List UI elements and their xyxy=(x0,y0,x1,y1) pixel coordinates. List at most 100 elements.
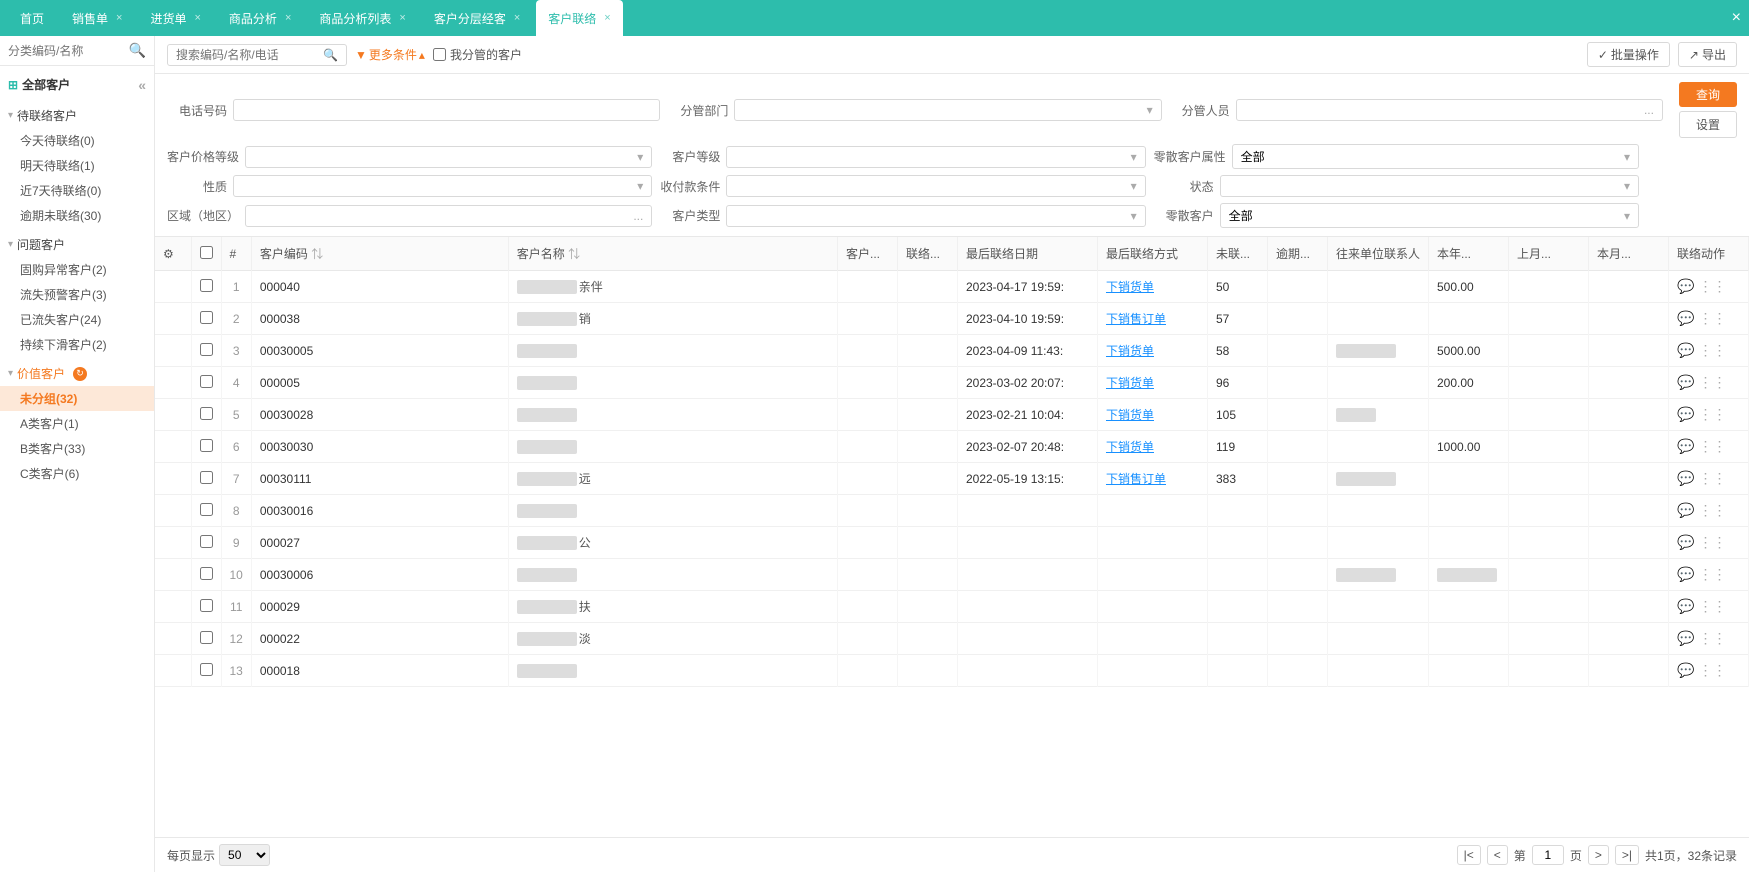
person-select[interactable]: ... xyxy=(1236,99,1663,121)
more-icon[interactable]: ⋮⋮ xyxy=(1698,342,1726,359)
payment-select[interactable]: ▾ xyxy=(726,175,1145,197)
message-icon[interactable]: 💬 xyxy=(1677,374,1694,391)
row-checkbox[interactable] xyxy=(200,279,213,292)
export-button[interactable]: ↗ 导出 xyxy=(1678,42,1737,67)
row-checkbox[interactable] xyxy=(200,663,213,676)
row-checkbox[interactable] xyxy=(200,599,213,612)
sidebar-item-class-a[interactable]: A类客户(1) xyxy=(0,411,154,436)
collapse-icon[interactable]: « xyxy=(138,77,146,93)
status-select[interactable]: ▾ xyxy=(1220,175,1639,197)
tab-customer-contact[interactable]: 客户联络 × xyxy=(536,0,622,36)
message-icon[interactable]: 💬 xyxy=(1677,630,1694,647)
row-checkbox[interactable] xyxy=(200,535,213,548)
row-checkbox[interactable] xyxy=(200,375,213,388)
overdue-header[interactable]: 逾期... xyxy=(1267,237,1327,271)
tab-goods-analysis[interactable]: 商品分析 × xyxy=(217,0,303,36)
tab-goods-analysis-list[interactable]: 商品分析列表 × xyxy=(307,0,417,36)
sidebar-item-churned[interactable]: 已流失客户(24) xyxy=(0,307,154,332)
row-checkbox[interactable] xyxy=(200,311,213,324)
more-icon[interactable]: ⋮⋮ xyxy=(1698,470,1726,487)
region-select[interactable]: ... xyxy=(245,205,652,227)
first-page-button[interactable]: |< xyxy=(1457,845,1481,865)
close-icon[interactable]: × xyxy=(399,12,405,24)
prev-page-button[interactable]: < xyxy=(1487,845,1508,865)
message-icon[interactable]: 💬 xyxy=(1677,406,1694,423)
more-icon[interactable]: ⋮⋮ xyxy=(1698,598,1726,615)
contact-method-link[interactable]: 下销货单 xyxy=(1106,376,1154,390)
message-icon[interactable]: 💬 xyxy=(1677,342,1694,359)
contact-person-header[interactable]: 往来单位联系人 xyxy=(1327,237,1428,271)
sidebar-item-declining[interactable]: 持续下滑客户(2) xyxy=(0,332,154,357)
settings-column-header[interactable]: ⚙ xyxy=(155,237,191,271)
contact-method-link[interactable]: 下销售订单 xyxy=(1106,312,1166,326)
page-number-input[interactable] xyxy=(1532,845,1564,865)
last-contact-method-header[interactable]: 最后联络方式 xyxy=(1097,237,1207,271)
contact-method-link[interactable]: 下销货单 xyxy=(1106,408,1154,422)
sidebar-item-churn-warning[interactable]: 流失预警客户(3) xyxy=(0,282,154,307)
scatter-customer-select[interactable]: 全部 ▾ xyxy=(1220,203,1639,228)
row-checkbox[interactable] xyxy=(200,407,213,420)
reset-button[interactable]: 设置 xyxy=(1679,111,1737,138)
last-month-header[interactable]: 上月... xyxy=(1509,237,1589,271)
last-page-button[interactable]: >| xyxy=(1615,845,1639,865)
sidebar-section-problem-title[interactable]: ▾ 问题客户 xyxy=(0,232,154,257)
row-checkbox[interactable] xyxy=(200,503,213,516)
select-all-checkbox[interactable] xyxy=(200,246,213,259)
message-icon[interactable]: 💬 xyxy=(1677,502,1694,519)
close-icon[interactable]: × xyxy=(285,12,291,24)
contact-method-link[interactable]: 下销售订单 xyxy=(1106,472,1166,486)
my-customers-check[interactable] xyxy=(433,48,446,61)
tab-sales[interactable]: 销售单 × xyxy=(60,0,134,36)
close-all-button[interactable]: × xyxy=(1732,9,1741,27)
price-level-select[interactable]: ▾ xyxy=(245,146,652,168)
more-icon[interactable]: ⋮⋮ xyxy=(1698,310,1726,327)
code-column-header[interactable]: 客户编码 ⇅ xyxy=(251,237,508,271)
more-icon[interactable]: ⋮⋮ xyxy=(1698,406,1726,423)
name-column-header[interactable]: 客户名称 ⇅ xyxy=(508,237,837,271)
row-checkbox[interactable] xyxy=(200,567,213,580)
message-icon[interactable]: 💬 xyxy=(1677,310,1694,327)
sidebar-item-class-b[interactable]: B类客户(33) xyxy=(0,436,154,461)
customer-level-select[interactable]: ▾ xyxy=(726,146,1145,168)
more-icon[interactable]: ⋮⋮ xyxy=(1698,534,1726,551)
all-customers-header[interactable]: ⊞ 全部客户 « xyxy=(0,70,154,99)
more-icon[interactable]: ⋮⋮ xyxy=(1698,278,1726,295)
sidebar-item-overdue-pending[interactable]: 逾期未联络(30) xyxy=(0,203,154,228)
this-month-header[interactable]: 本月... xyxy=(1589,237,1669,271)
close-icon[interactable]: × xyxy=(604,12,610,24)
type-column-header[interactable]: 客户... xyxy=(837,237,897,271)
more-icon[interactable]: ⋮⋮ xyxy=(1698,662,1726,679)
row-checkbox[interactable] xyxy=(200,343,213,356)
this-year-header[interactable]: 本年... xyxy=(1429,237,1509,271)
customer-type-select[interactable]: ▾ xyxy=(726,205,1145,227)
message-icon[interactable]: 💬 xyxy=(1677,662,1694,679)
message-icon[interactable]: 💬 xyxy=(1677,598,1694,615)
last-contact-date-header[interactable]: 最后联络日期 xyxy=(957,237,1097,271)
settings-icon[interactable]: ⚙ xyxy=(163,247,174,261)
message-icon[interactable]: 💬 xyxy=(1677,566,1694,583)
phone-input[interactable] xyxy=(233,99,660,121)
main-search-input[interactable] xyxy=(176,48,319,62)
more-filters-button[interactable]: ▼ 更多条件 ▴ xyxy=(355,46,425,63)
close-icon[interactable]: × xyxy=(514,12,520,24)
sidebar-section-value-title[interactable]: ▾ 价值客户 ↻ xyxy=(0,361,154,386)
dept-select[interactable]: ▾ xyxy=(734,99,1161,121)
sidebar-item-today-pending[interactable]: 今天待联络(0) xyxy=(0,128,154,153)
nature-select[interactable]: ▾ xyxy=(233,175,652,197)
tab-customer-segment[interactable]: 客户分层经客 × xyxy=(422,0,532,36)
sidebar-item-fixed-abnormal[interactable]: 固购异常客户(2) xyxy=(0,257,154,282)
more-icon[interactable]: ⋮⋮ xyxy=(1698,630,1726,647)
next-page-button[interactable]: > xyxy=(1588,845,1609,865)
contact-method-link[interactable]: 下销货单 xyxy=(1106,344,1154,358)
message-icon[interactable]: 💬 xyxy=(1677,438,1694,455)
more-icon[interactable]: ⋮⋮ xyxy=(1698,502,1726,519)
tab-purchase[interactable]: 进货单 × xyxy=(138,0,212,36)
close-icon[interactable]: × xyxy=(194,12,200,24)
scatter-attr-select[interactable]: 全部 ▾ xyxy=(1232,144,1639,169)
batch-ops-button[interactable]: ✓ 批量操作 xyxy=(1587,42,1670,67)
sidebar-section-pending-title[interactable]: ▾ 待联络客户 xyxy=(0,103,154,128)
more-icon[interactable]: ⋮⋮ xyxy=(1698,566,1726,583)
refresh-badge[interactable]: ↻ xyxy=(73,367,87,381)
contact-method-link[interactable]: 下销货单 xyxy=(1106,440,1154,454)
more-icon[interactable]: ⋮⋮ xyxy=(1698,438,1726,455)
